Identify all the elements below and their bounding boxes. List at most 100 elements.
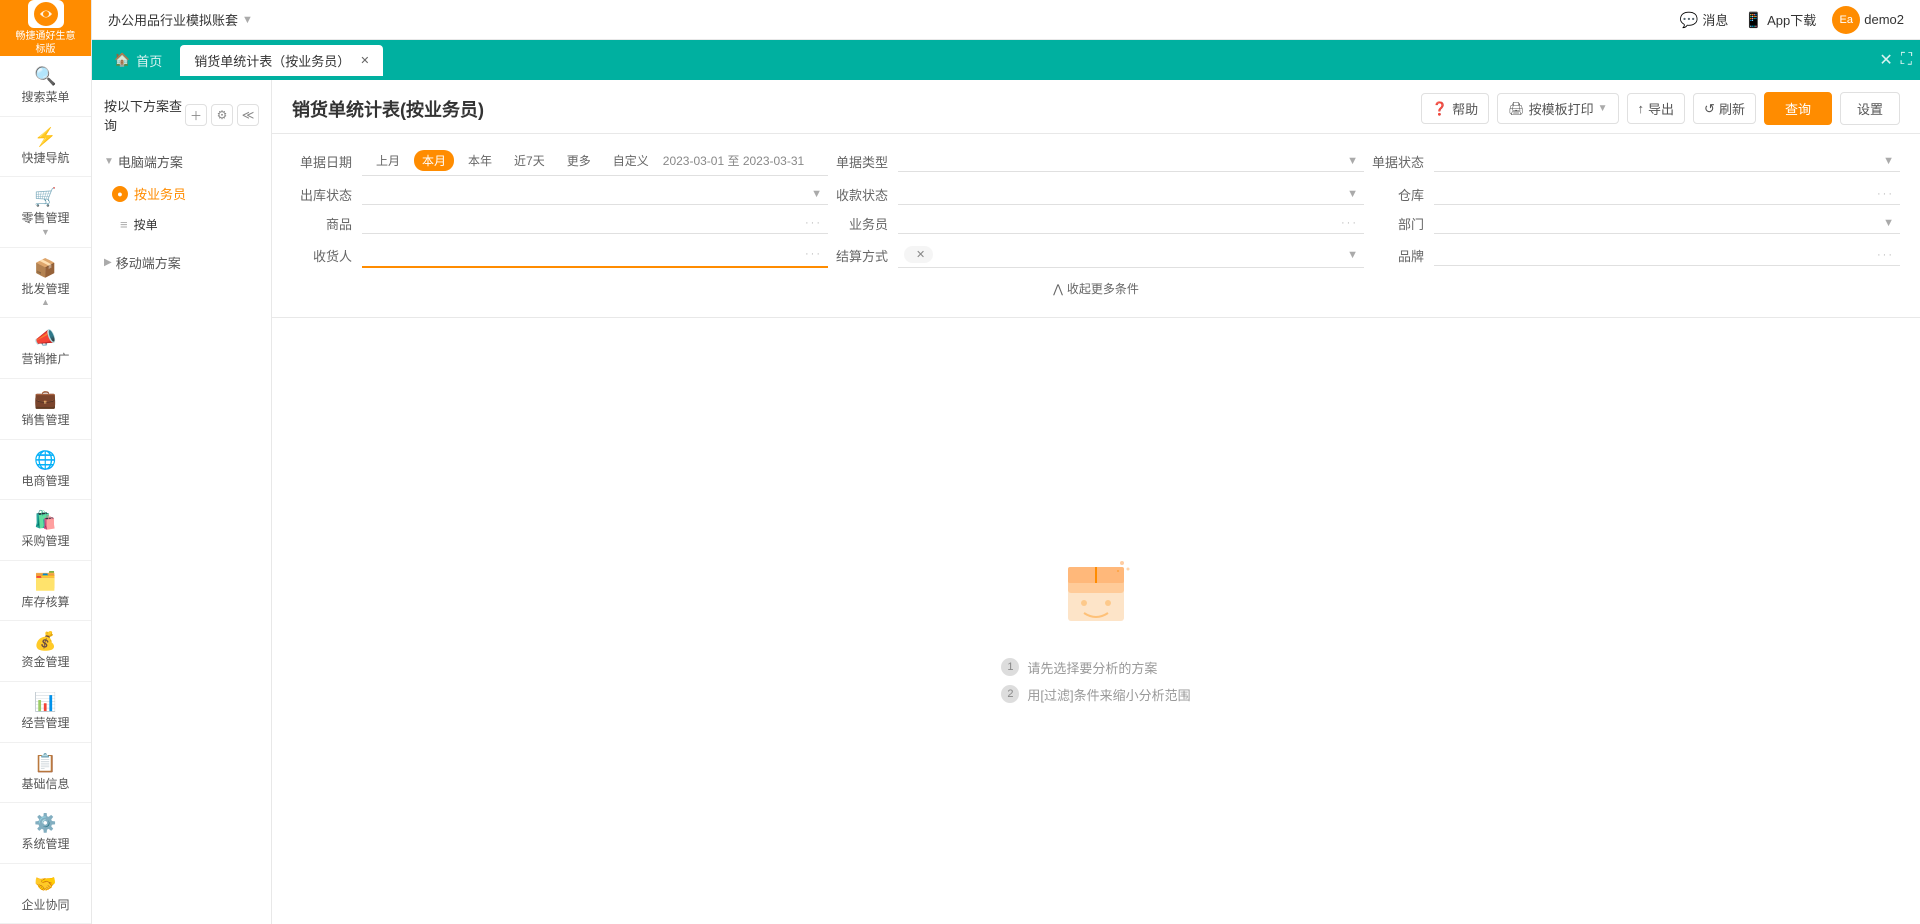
doc-type-label: 单据类型 (828, 152, 898, 171)
doc-type-arrow: ▼ (1347, 155, 1358, 167)
help-label: 帮助 (1452, 99, 1478, 118)
receiver-control[interactable]: ··· (362, 243, 828, 268)
sidebar-item-ecommerce[interactable]: 🌐 电商管理 (0, 440, 91, 501)
department-control[interactable]: ▼ (1434, 213, 1900, 234)
sidebar-item-system[interactable]: ⚙️ 系统管理 (0, 803, 91, 864)
date-control: 上月 本月 本年 近7天 更多 自定义 2023-03-01 至 2023-03… (362, 146, 828, 176)
date-tab-last-month[interactable]: 上月 (368, 150, 408, 171)
message-button[interactable]: 💬 消息 (1680, 10, 1729, 29)
tip-1-num: 1 (1001, 658, 1019, 676)
ecommerce-icon: 🌐 (34, 450, 56, 471)
refresh-button[interactable]: ↺ 刷新 (1693, 93, 1756, 124)
sidebar-item-inventory-label: 库存核算 (21, 595, 69, 611)
doc-status-control[interactable]: ▼ (1434, 151, 1900, 172)
date-tab-more[interactable]: 更多 (559, 150, 599, 171)
brand-control[interactable]: ··· (1434, 245, 1900, 266)
filter-item-by-salesperson[interactable]: ● 按业务员 (92, 177, 271, 210)
receiver-input[interactable] (368, 247, 805, 262)
sidebar-item-sales[interactable]: 💼 销售管理 (0, 379, 91, 440)
tag-remove-btn[interactable]: ✕ (916, 248, 925, 261)
outbound-control[interactable]: ▼ (362, 184, 828, 205)
tab-close-icon[interactable]: ✕ (360, 54, 369, 67)
sidebar-menu: 🔍 搜索菜单 ⚡ 快捷导航 🛒 零售管理 ▼ 📦 批发管理 ▲ 📣 营销推广 💼… (0, 56, 91, 924)
filter-row-1: 单据日期 上月 本月 本年 近7天 更多 自定义 2023-03-01 至 20… (292, 146, 1900, 176)
filter-add-btn[interactable]: ＋ (185, 104, 207, 126)
sales-icon: 💼 (34, 389, 56, 410)
user-menu[interactable]: Ea demo2 (1832, 6, 1904, 34)
filter-col-outbound: 出库状态 ▼ (292, 184, 828, 205)
logo-area: 畅捷通好生意 标版 (0, 0, 91, 56)
date-tab-7days[interactable]: 近7天 (506, 150, 553, 171)
empty-tips: 1 请先选择要分析的方案 2 用[过滤]条件来缩小分析范围 (1001, 658, 1190, 704)
sidebar-item-operations-label: 经营管理 (21, 716, 69, 732)
page-header: 销货单统计表(按业务员) ❓ 帮助 🖨 按模板打印 ▼ ↑ 导出 (272, 80, 1920, 134)
query-button[interactable]: 查询 (1764, 92, 1832, 125)
product-control[interactable]: ··· (362, 213, 828, 234)
help-button[interactable]: ❓ 帮助 (1421, 93, 1489, 124)
sidebar-item-purchase[interactable]: 🛍️ 采购管理 (0, 500, 91, 561)
department-label: 部门 (1364, 214, 1434, 233)
filter-panel-header: 按以下方案查询 ＋ ⚙ ≪ (92, 88, 271, 142)
warehouse-label: 仓库 (1364, 185, 1434, 204)
filter-settings-btn[interactable]: ⚙ (211, 104, 233, 126)
filter-collapse-btn[interactable]: ≪ (237, 104, 259, 126)
sidebar-item-enterprise-label: 企业协同 (21, 898, 69, 914)
sidebar-item-inventory[interactable]: 🗂️ 库存核算 (0, 561, 91, 622)
filter-item-by-order-label: 按单 (134, 216, 158, 233)
date-tab-this-month[interactable]: 本月 (414, 150, 454, 171)
company-dropdown[interactable]: 办公用品行业模拟账套 ▼ (108, 10, 253, 29)
template-print-button[interactable]: 🖨 按模板打印 ▼ (1497, 93, 1618, 124)
tab-sales-stat[interactable]: 销货单统计表（按业务员） ✕ (180, 45, 383, 76)
sidebar-item-marketing[interactable]: 📣 营销推广 (0, 318, 91, 379)
payment-method-control[interactable]: ✕ ▼ (898, 242, 1364, 268)
tab-maximize-icon[interactable]: ⛶ (1901, 51, 1912, 69)
tab-window-close-icon[interactable]: ✕ (1879, 50, 1892, 70)
sidebar-item-retail[interactable]: 🛒 零售管理 ▼ (0, 177, 91, 248)
date-tab-custom[interactable]: 自定义 (605, 150, 657, 171)
receipt-control[interactable]: ▼ (898, 184, 1364, 205)
filter-col-payment-method: 结算方式 ✕ ▼ (828, 242, 1364, 268)
doc-type-control[interactable]: ▼ (898, 151, 1364, 172)
salesperson-label: 业务员 (828, 214, 898, 233)
outbound-arrow: ▼ (811, 188, 822, 200)
sidebar-item-search[interactable]: 🔍 搜索菜单 (0, 56, 91, 117)
warehouse-control[interactable]: ··· (1434, 184, 1900, 205)
filter-section-pc-header[interactable]: ▼ 电脑端方案 (92, 146, 271, 177)
collapse-filter-button[interactable]: ⋀ 收起更多条件 (292, 272, 1900, 305)
brand-dots: ··· (1877, 249, 1894, 261)
app-download-button[interactable]: 📱 App下载 (1744, 10, 1816, 29)
filter-section-pc-label: 电脑端方案 (118, 152, 183, 171)
empty-icon (1046, 539, 1146, 642)
template-print-arrow: ▼ (1598, 103, 1608, 114)
sidebar-item-shortcut-label: 快捷导航 (21, 151, 69, 167)
receiver-dots: ··· (805, 248, 822, 260)
filter-col-brand: 品牌 ··· (1364, 242, 1900, 268)
filter-section-mobile-label: 移动端方案 (116, 253, 181, 272)
sidebar-item-finance-label: 资金管理 (21, 655, 69, 671)
sidebar-item-finance[interactable]: 💰 资金管理 (0, 621, 91, 682)
company-dropdown-arrow: ▼ (242, 14, 253, 26)
filter-row-3: 商品 ··· 业务员 ··· 部门 (292, 213, 1900, 234)
salesperson-control[interactable]: ··· (898, 213, 1364, 234)
wholesale-icon: 📦 (34, 258, 56, 279)
sidebar-item-basics[interactable]: 📋 基础信息 (0, 743, 91, 804)
refresh-icon: ↺ (1704, 101, 1715, 117)
sidebar-item-operations[interactable]: 📊 经营管理 (0, 682, 91, 743)
sidebar-item-shortcut[interactable]: ⚡ 快捷导航 (0, 117, 91, 178)
sidebar-item-basics-label: 基础信息 (21, 777, 69, 793)
filter-section-mobile-header[interactable]: ▶ 移动端方案 (92, 247, 271, 278)
content-area: 按以下方案查询 ＋ ⚙ ≪ ▼ 电脑端方案 ● 按业务员 ≡ (92, 80, 1920, 924)
purchase-icon: 🛍️ (34, 510, 56, 531)
export-button[interactable]: ↑ 导出 (1627, 93, 1686, 124)
settings-button[interactable]: 设置 (1840, 92, 1900, 125)
date-tab-this-year[interactable]: 本年 (460, 150, 500, 171)
filter-item-by-order[interactable]: ≡ 按单 (92, 210, 271, 239)
sidebar-item-enterprise[interactable]: 🤝 企业协同 (0, 864, 91, 924)
filter-col-date: 单据日期 上月 本月 本年 近7天 更多 自定义 2023-03-01 至 20… (292, 146, 828, 176)
sidebar-item-wholesale[interactable]: 📦 批发管理 ▲ (0, 248, 91, 319)
active-dot: ● (112, 186, 128, 202)
date-tabs: 上月 本月 本年 近7天 更多 自定义 (368, 150, 657, 171)
basics-icon: 📋 (34, 753, 56, 774)
filter-panel-icons: ＋ ⚙ ≪ (185, 104, 259, 126)
tab-home[interactable]: 🏠 首页 (100, 45, 176, 76)
